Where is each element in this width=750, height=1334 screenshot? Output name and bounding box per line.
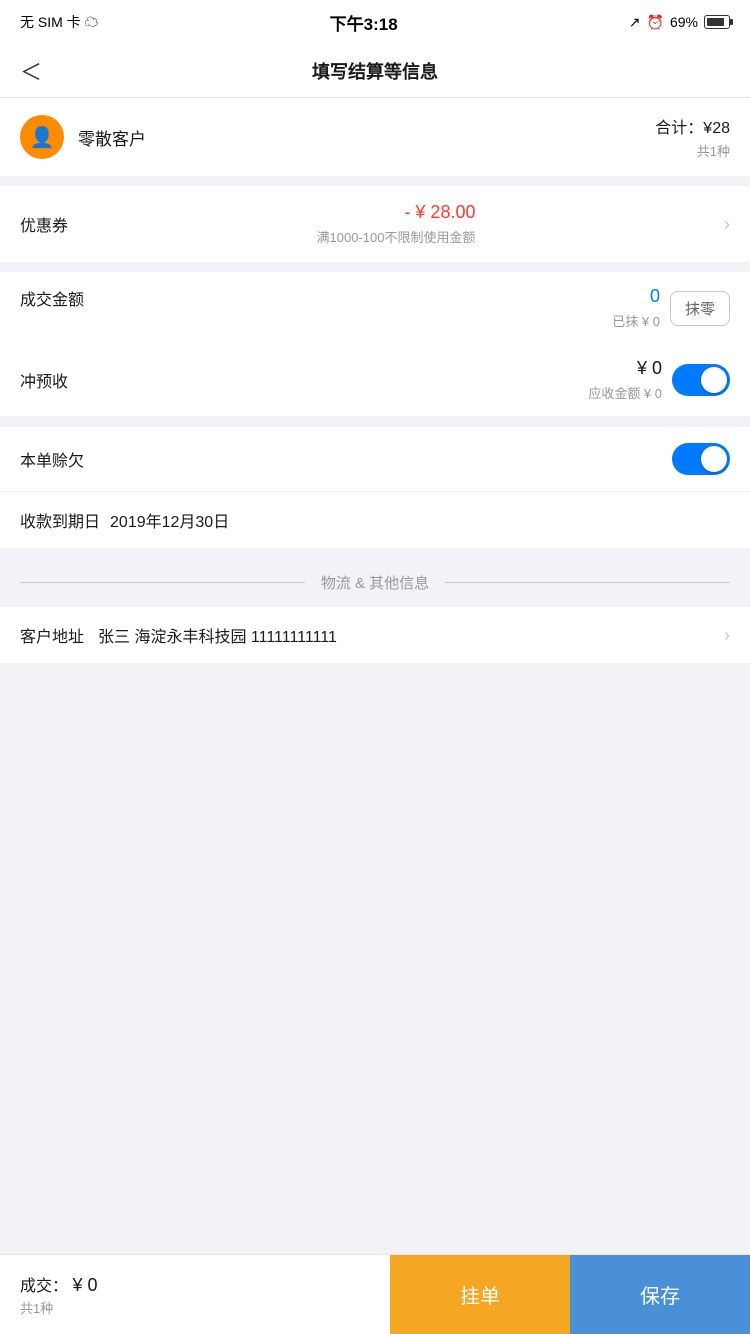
due-date-value: 2019年12月30日 bbox=[110, 508, 229, 532]
amount-value[interactable]: 0 bbox=[612, 286, 660, 307]
customer-info: 👤 零散客户 bbox=[20, 115, 146, 159]
due-date-label: 收款到期日 bbox=[20, 508, 100, 532]
amount-row: 成交金额 0 已抹 ¥ 0 抹零 bbox=[0, 272, 750, 344]
coupon-label: 优惠券 bbox=[20, 212, 68, 236]
page-title: 填写结算等信息 bbox=[312, 58, 438, 84]
bottom-summary: 成交： ¥ 0 共1种 bbox=[0, 1272, 390, 1317]
precharge-main-value: ¥ 0 bbox=[588, 358, 662, 379]
divider-left bbox=[20, 582, 305, 583]
logistics-label: 物流 & 其他信息 bbox=[321, 572, 429, 593]
address-value: 张三 海淀永丰科技园 11111111111 bbox=[98, 623, 337, 647]
coupon-description: 满1000-100不限制使用金额 bbox=[317, 227, 476, 246]
toggle-knob bbox=[701, 367, 727, 393]
precharge-right: ¥ 0 应收金额 ¥ 0 bbox=[588, 358, 730, 402]
avatar-icon: 👤 bbox=[30, 125, 55, 150]
debt-label: 本单赊欠 bbox=[20, 447, 84, 471]
content: 👤 零散客户 合计：¥28 共1种 优惠券 - ¥ 28.00 满1000-10… bbox=[0, 98, 750, 763]
battery-percent: 69% bbox=[670, 14, 698, 30]
status-left: 无 SIM 卡 ☁ bbox=[20, 12, 99, 32]
suspend-button[interactable]: 挂单 bbox=[390, 1255, 570, 1334]
amount-right: 0 已抹 ¥ 0 抹零 bbox=[612, 286, 730, 330]
alarm-icon: ⏰ bbox=[647, 14, 664, 31]
status-right: ↗ ⏰ 69% bbox=[629, 14, 730, 31]
debt-row: 本单赊欠 bbox=[0, 427, 750, 491]
chevron-right-icon: › bbox=[724, 214, 730, 235]
debt-toggle[interactable] bbox=[672, 443, 730, 475]
precharge-label: 冲预收 bbox=[20, 368, 68, 392]
precharge-sub: 应收金额 ¥ 0 bbox=[588, 383, 662, 402]
bottom-bar: 成交： ¥ 0 共1种 挂单 保存 bbox=[0, 1254, 750, 1334]
back-button[interactable]: ＜ bbox=[20, 55, 64, 87]
round-off-button[interactable]: 抹零 bbox=[670, 291, 730, 326]
nav-bar: ＜ 填写结算等信息 bbox=[0, 44, 750, 98]
debt-toggle-knob bbox=[701, 446, 727, 472]
location-icon: ↗ bbox=[629, 14, 641, 31]
debt-section: 本单赊欠 收款到期日 2019年12月30日 bbox=[0, 427, 750, 548]
save-button[interactable]: 保存 bbox=[570, 1255, 750, 1334]
due-date-row: 收款到期日 2019年12月30日 bbox=[0, 491, 750, 548]
precharge-values: ¥ 0 应收金额 ¥ 0 bbox=[588, 358, 662, 402]
coupon-right: - ¥ 28.00 满1000-100不限制使用金额 bbox=[317, 202, 476, 246]
avatar: 👤 bbox=[20, 115, 64, 159]
address-row[interactable]: 客户地址 张三 海淀永丰科技园 11111111111 › bbox=[0, 607, 750, 663]
customer-summary: 合计：¥28 共1种 bbox=[655, 114, 730, 160]
bottom-deal-line: 成交： ¥ 0 bbox=[20, 1272, 370, 1296]
divider-right bbox=[445, 582, 730, 583]
customer-row: 👤 零散客户 合计：¥28 共1种 bbox=[0, 98, 750, 176]
bottom-count: 共1种 bbox=[20, 1298, 370, 1317]
customer-count: 共1种 bbox=[655, 141, 730, 160]
precharge-row: 冲预收 ¥ 0 应收金额 ¥ 0 bbox=[0, 344, 750, 417]
customer-total: 合计：¥28 bbox=[655, 114, 730, 138]
address-chevron-icon: › bbox=[724, 625, 730, 646]
precharge-toggle[interactable] bbox=[672, 364, 730, 396]
coupon-row[interactable]: 优惠券 - ¥ 28.00 满1000-100不限制使用金额 › bbox=[0, 186, 750, 262]
status-bar: 无 SIM 卡 ☁ 下午3:18 ↗ ⏰ 69% bbox=[0, 0, 750, 44]
status-time: 下午3:18 bbox=[330, 10, 398, 35]
amount-sub: 已抹 ¥ 0 bbox=[612, 311, 660, 330]
coupon-discount: - ¥ 28.00 bbox=[317, 202, 476, 223]
address-left: 客户地址 张三 海淀永丰科技园 11111111111 bbox=[20, 623, 337, 647]
sim-status: 无 SIM 卡 ☁ bbox=[20, 12, 99, 32]
amount-section: 成交金额 0 已抹 ¥ 0 抹零 冲预收 ¥ 0 应收金额 ¥ 0 bbox=[0, 272, 750, 417]
bottom-deal-label: 成交： bbox=[20, 1278, 68, 1295]
amount-input-area: 0 已抹 ¥ 0 bbox=[612, 286, 660, 330]
customer-name: 零散客户 bbox=[78, 125, 146, 150]
battery-icon bbox=[704, 15, 730, 29]
amount-label: 成交金额 bbox=[20, 286, 84, 310]
bottom-deal-amount: ¥ 0 bbox=[72, 1275, 97, 1295]
logistics-divider: 物流 & 其他信息 bbox=[0, 558, 750, 607]
address-label: 客户地址 bbox=[20, 623, 84, 647]
